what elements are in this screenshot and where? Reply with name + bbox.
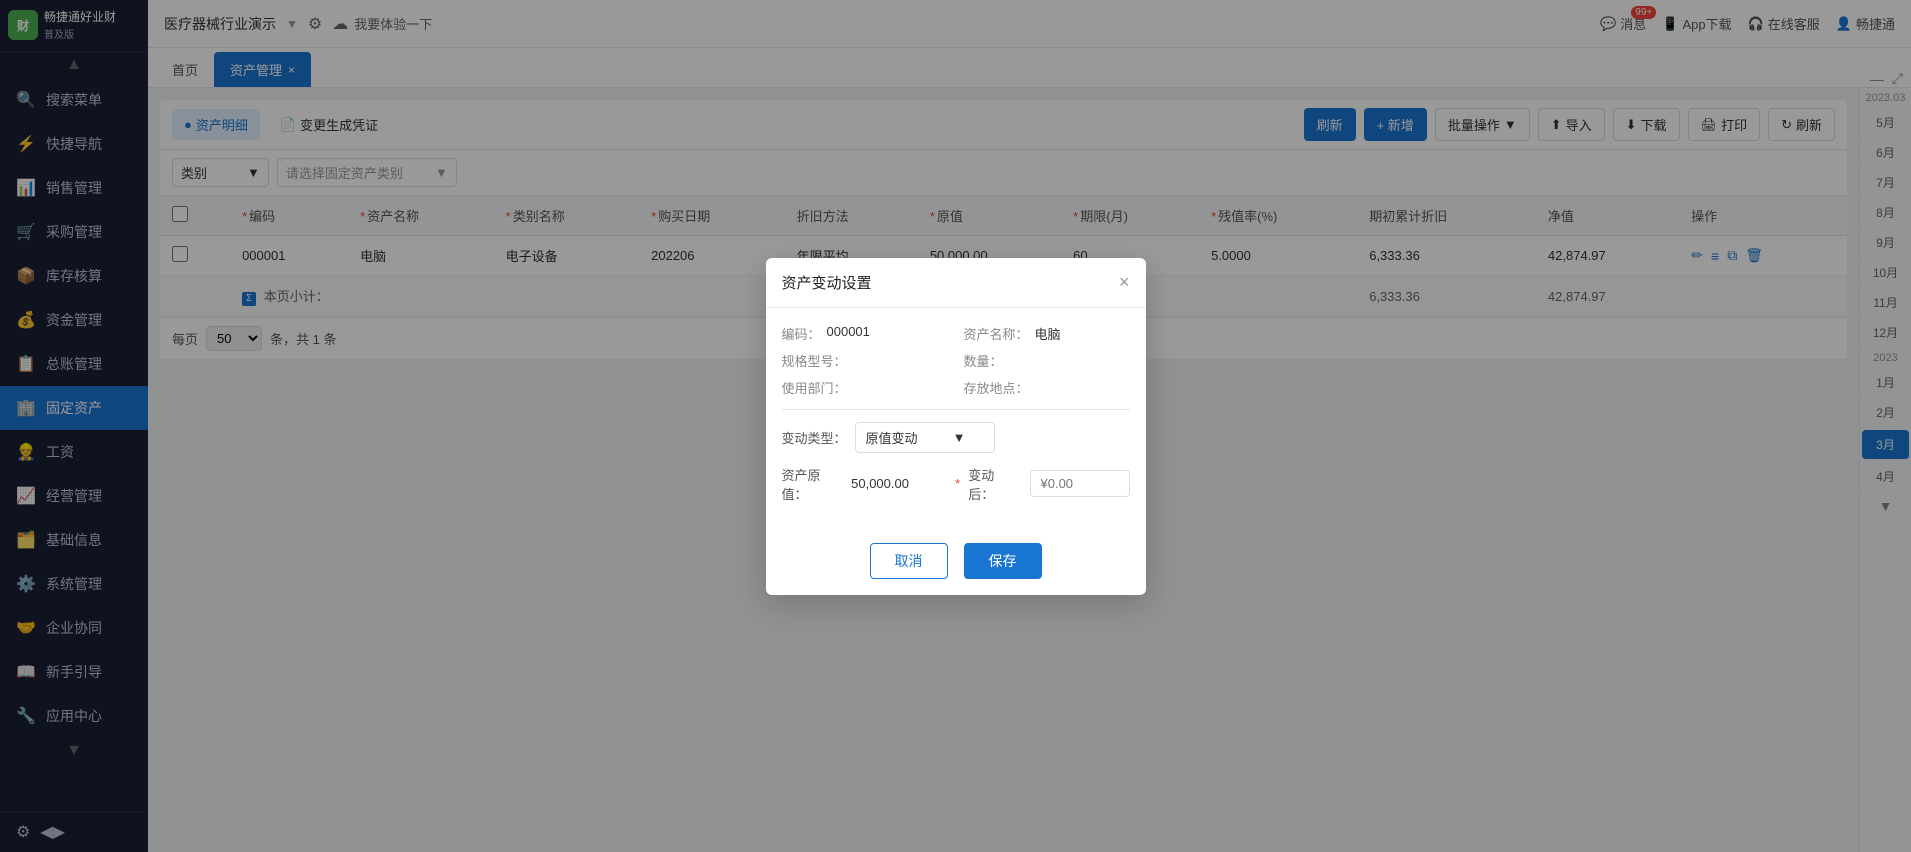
dialog-info-grid: 编码： 000001 资产名称： 电脑 规格型号： 数量： 使用部门： <box>782 324 1130 397</box>
dialog-location-label: 存放地点： <box>964 378 1029 397</box>
dialog-change-type-label: 变动类型： <box>782 428 847 447</box>
dialog-code-label: 编码： <box>782 324 821 343</box>
change-type-chevron: ▼ <box>953 430 966 445</box>
dialog-code-row: 编码： 000001 <box>782 324 948 343</box>
dialog-save-btn[interactable]: 保存 <box>964 543 1042 579</box>
dialog-body: 编码： 000001 资产名称： 电脑 规格型号： 数量： 使用部门： <box>766 308 1146 531</box>
dialog-spec-label: 规格型号： <box>782 351 847 370</box>
dialog-name-value: 电脑 <box>1035 324 1061 343</box>
dialog-name-label: 资产名称： <box>964 324 1029 343</box>
dialog-dept-label: 使用部门： <box>782 378 847 397</box>
change-type-value: 原值变动 <box>866 428 918 447</box>
dialog-asset-value-value: 50,000.00 <box>851 476 931 491</box>
dialog-name-row: 资产名称： 电脑 <box>964 324 1130 343</box>
dialog-after-label: 变动后： <box>968 465 1017 503</box>
dialog-after-required: * <box>955 476 960 491</box>
dialog-asset-value-label: 资产原值： <box>782 465 844 503</box>
dialog-code-value: 000001 <box>827 324 870 343</box>
dialog-qty-row: 数量： <box>964 351 1130 370</box>
dialog-location-row: 存放地点： <box>964 378 1130 397</box>
dialog-divider <box>782 409 1130 410</box>
dialog-qty-label: 数量： <box>964 351 1003 370</box>
dialog-header: 资产变动设置 × <box>766 258 1146 308</box>
dialog-after-input[interactable] <box>1030 470 1130 497</box>
dialog-title: 资产变动设置 <box>782 272 872 293</box>
dialog-close-btn[interactable]: × <box>1119 272 1130 293</box>
dialog-dept-row: 使用部门： <box>782 378 948 397</box>
dialog-actions: 取消 保存 <box>766 531 1146 595</box>
dialog-asset-value-row: 资产原值： 50,000.00 * 变动后： <box>782 465 1130 503</box>
dialog-spec-row: 规格型号： <box>782 351 948 370</box>
asset-change-dialog: 资产变动设置 × 编码： 000001 资产名称： 电脑 规格型号： 数量： <box>766 258 1146 595</box>
modal-overlay: 资产变动设置 × 编码： 000001 资产名称： 电脑 规格型号： 数量： <box>0 0 1911 852</box>
dialog-cancel-btn[interactable]: 取消 <box>870 543 948 579</box>
change-type-select[interactable]: 原值变动 ▼ <box>855 422 995 453</box>
dialog-change-type-row: 变动类型： 原值变动 ▼ <box>782 422 1130 453</box>
